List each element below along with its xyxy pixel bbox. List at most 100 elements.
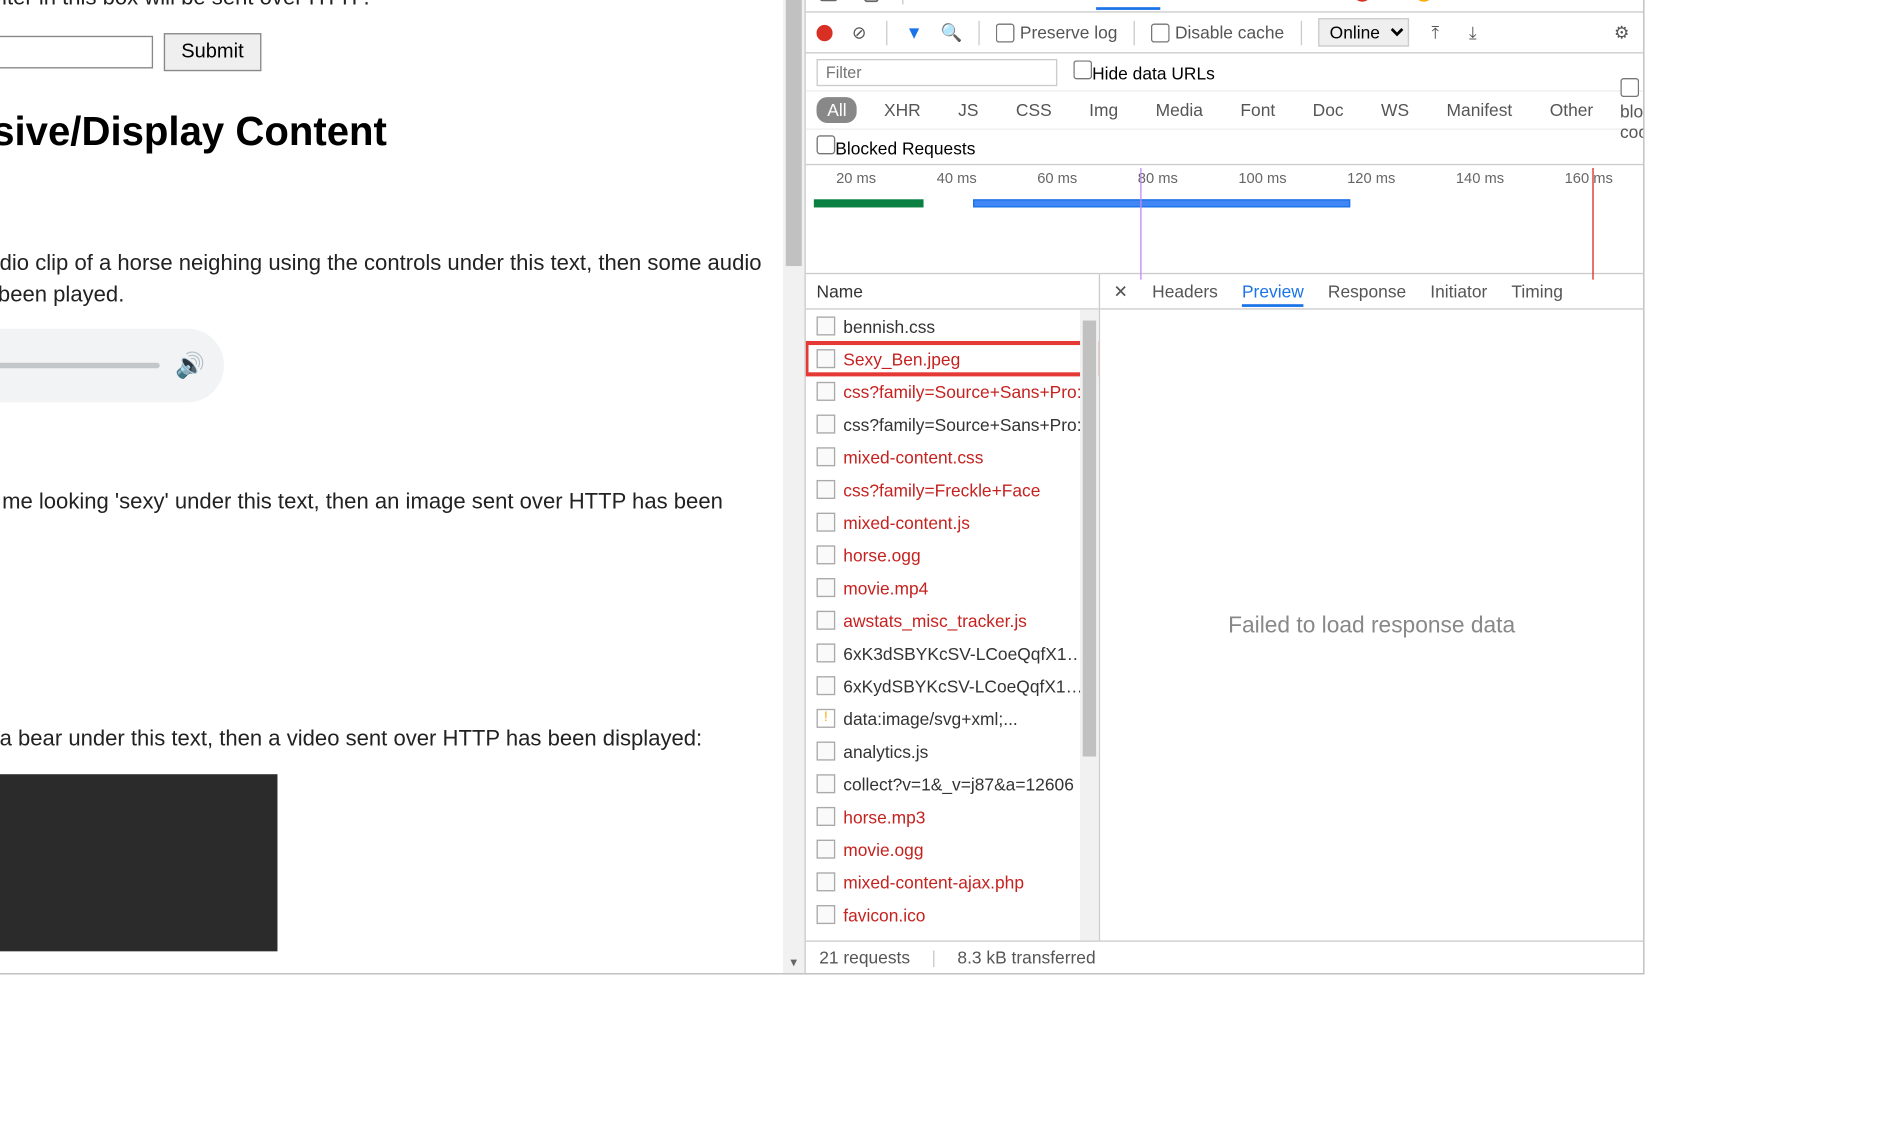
tab-preview[interactable]: Preview: [1242, 276, 1304, 307]
filter-icon[interactable]: ▼: [903, 21, 924, 43]
reqlist-header[interactable]: Name: [806, 274, 1099, 309]
waterfall-bar: [814, 199, 923, 207]
close-devtools-icon[interactable]: ✕: [1608, 0, 1632, 4]
filter-type-all[interactable]: All: [817, 97, 858, 123]
password-warning: Any password you enter in this box will …: [0, 0, 764, 14]
disable-cache-checkbox[interactable]: Disable cache: [1151, 22, 1284, 42]
request-row[interactable]: horse.ogg: [806, 539, 1099, 572]
scroll-thumb[interactable]: [786, 0, 802, 266]
password-input[interactable]: [0, 35, 153, 68]
request-row[interactable]: favicon.ico: [806, 898, 1099, 931]
audio-heading: Audio: [0, 191, 764, 226]
search-icon[interactable]: 🔍: [941, 21, 962, 43]
request-row[interactable]: Sexy_Ben.jpeg: [806, 342, 1099, 375]
error-badge[interactable]: ✕14: [1353, 0, 1395, 1]
reqlist-scrollbar[interactable]: [1080, 310, 1099, 941]
settings-icon[interactable]: ⚙: [1523, 0, 1547, 4]
message-badge[interactable]: ▤22: [1466, 0, 1504, 1]
request-row[interactable]: mixed-content.css: [806, 440, 1099, 473]
request-row[interactable]: mixed-content.js: [806, 506, 1099, 539]
tab-headers[interactable]: Headers: [1152, 276, 1218, 307]
tab-elements[interactable]: Elements: [922, 0, 995, 10]
scroll-thumb[interactable]: [1083, 321, 1096, 757]
request-row[interactable]: css?family=Freckle+Face: [806, 473, 1099, 506]
filter-type-doc[interactable]: Doc: [1302, 97, 1354, 123]
upload-icon[interactable]: ⤒: [1425, 21, 1446, 43]
request-row[interactable]: css?family=Source+Sans+Pro:: [806, 375, 1099, 408]
detail-body: Failed to load response data: [1100, 310, 1643, 941]
status-transferred: 8.3 kB transferred: [957, 947, 1095, 967]
file-icon: [817, 349, 836, 368]
network-request-list: Name bennish.cssSexy_Ben.jpegcss?family=…: [806, 274, 1100, 940]
file-icon: [817, 840, 836, 859]
network-filter-input[interactable]: [817, 58, 1058, 85]
video-player[interactable]: [0, 774, 277, 951]
page-viewport: Any password you enter in this box will …: [0, 0, 804, 973]
submit-button[interactable]: Submit: [164, 33, 261, 71]
file-icon: !: [817, 709, 836, 728]
clear-icon[interactable]: ⊘: [849, 21, 870, 43]
download-icon[interactable]: ⤓: [1462, 21, 1483, 43]
tab-timing[interactable]: Timing: [1511, 276, 1563, 307]
filter-type-other[interactable]: Other: [1539, 97, 1604, 123]
audio-player[interactable]: ▶ 0:00 / 0:00 🔊: [0, 329, 224, 403]
filter-type-css[interactable]: CSS: [1005, 97, 1062, 123]
request-row[interactable]: 6xK3dSBYKcSV-LCoeQqfX1RY.: [806, 637, 1099, 670]
warning-badge[interactable]: !8: [1414, 0, 1447, 1]
filter-type-js[interactable]: JS: [947, 97, 989, 123]
request-row[interactable]: bennish.css: [806, 310, 1099, 343]
image-heading: Image: [0, 430, 764, 465]
file-icon: [817, 578, 836, 597]
browser-window: gHacks Technology News × test ssl errors…: [0, 0, 1645, 975]
video-heading: Video: [0, 666, 764, 701]
request-row[interactable]: awstats_misc_tracker.js: [806, 604, 1099, 637]
video-text: If you see a video of a bear under this …: [0, 724, 764, 755]
tab-console[interactable]: Console: [1013, 0, 1077, 10]
filter-type-ws[interactable]: WS: [1370, 97, 1419, 123]
request-row[interactable]: analytics.js: [806, 735, 1099, 768]
file-icon: [817, 513, 836, 532]
volume-icon[interactable]: 🔊: [175, 352, 205, 381]
device-icon[interactable]: [859, 0, 883, 4]
kebab-icon[interactable]: ⋮: [1566, 0, 1590, 4]
blocked-requests-checkbox[interactable]: Blocked Requests: [817, 135, 976, 158]
waterfall-marker: [1593, 168, 1594, 280]
image-text: If you see a photo of me looking 'sexy' …: [0, 487, 764, 549]
hide-data-urls-checkbox[interactable]: Hide data URLs: [1073, 60, 1214, 83]
file-icon: [817, 905, 836, 924]
filter-type-img[interactable]: Img: [1078, 97, 1128, 123]
request-row[interactable]: movie.ogg: [806, 833, 1099, 866]
network-waterfall[interactable]: 20 ms40 ms60 ms80 ms100 ms120 ms140 ms16…: [806, 165, 1643, 274]
filter-type-xhr[interactable]: XHR: [873, 97, 931, 123]
preserve-log-checkbox[interactable]: Preserve log: [996, 22, 1118, 42]
audio-track[interactable]: [0, 363, 159, 368]
tab-initiator[interactable]: Initiator: [1430, 276, 1487, 307]
throttle-select[interactable]: Online: [1318, 18, 1409, 47]
network-settings-icon[interactable]: ⚙: [1611, 21, 1632, 43]
file-icon: [817, 545, 836, 564]
filter-type-media[interactable]: Media: [1145, 97, 1214, 123]
request-row[interactable]: movie.mp4: [806, 571, 1099, 604]
request-row[interactable]: css?family=Source+Sans+Pro:: [806, 408, 1099, 441]
request-row[interactable]: 6xKydSBYKcSV-LCoeQqfX1RY.: [806, 669, 1099, 702]
filter-type-font[interactable]: Font: [1230, 97, 1286, 123]
request-row[interactable]: collect?v=1&_v=j87&a=12606: [806, 767, 1099, 800]
page-h1: Mixed Passive/Display Content: [0, 109, 764, 155]
network-status-bar: 21 requests | 8.3 kB transferred: [806, 940, 1643, 973]
page-scrollbar[interactable]: ▴ ▾: [783, 0, 804, 973]
close-detail-icon[interactable]: ✕: [1113, 280, 1128, 302]
file-icon: [817, 774, 836, 793]
file-icon: [817, 480, 836, 499]
request-row[interactable]: !data:image/svg+xml;...: [806, 702, 1099, 735]
tab-network[interactable]: Network: [1096, 0, 1160, 10]
request-row[interactable]: horse.mp3: [806, 800, 1099, 833]
devtools-panel: Elements Console Network » ✕14 !8 ▤22 ⚙ …: [804, 0, 1643, 973]
more-tabs-icon[interactable]: »: [1178, 0, 1202, 4]
tab-response[interactable]: Response: [1328, 276, 1406, 307]
filter-type-manifest[interactable]: Manifest: [1436, 97, 1523, 123]
request-row[interactable]: mixed-content-ajax.php: [806, 866, 1099, 899]
scroll-down-icon[interactable]: ▾: [783, 951, 804, 973]
inspect-icon[interactable]: [817, 0, 841, 4]
audio-text: If you can play an audio clip of a horse…: [0, 248, 764, 310]
record-button[interactable]: [817, 24, 833, 40]
